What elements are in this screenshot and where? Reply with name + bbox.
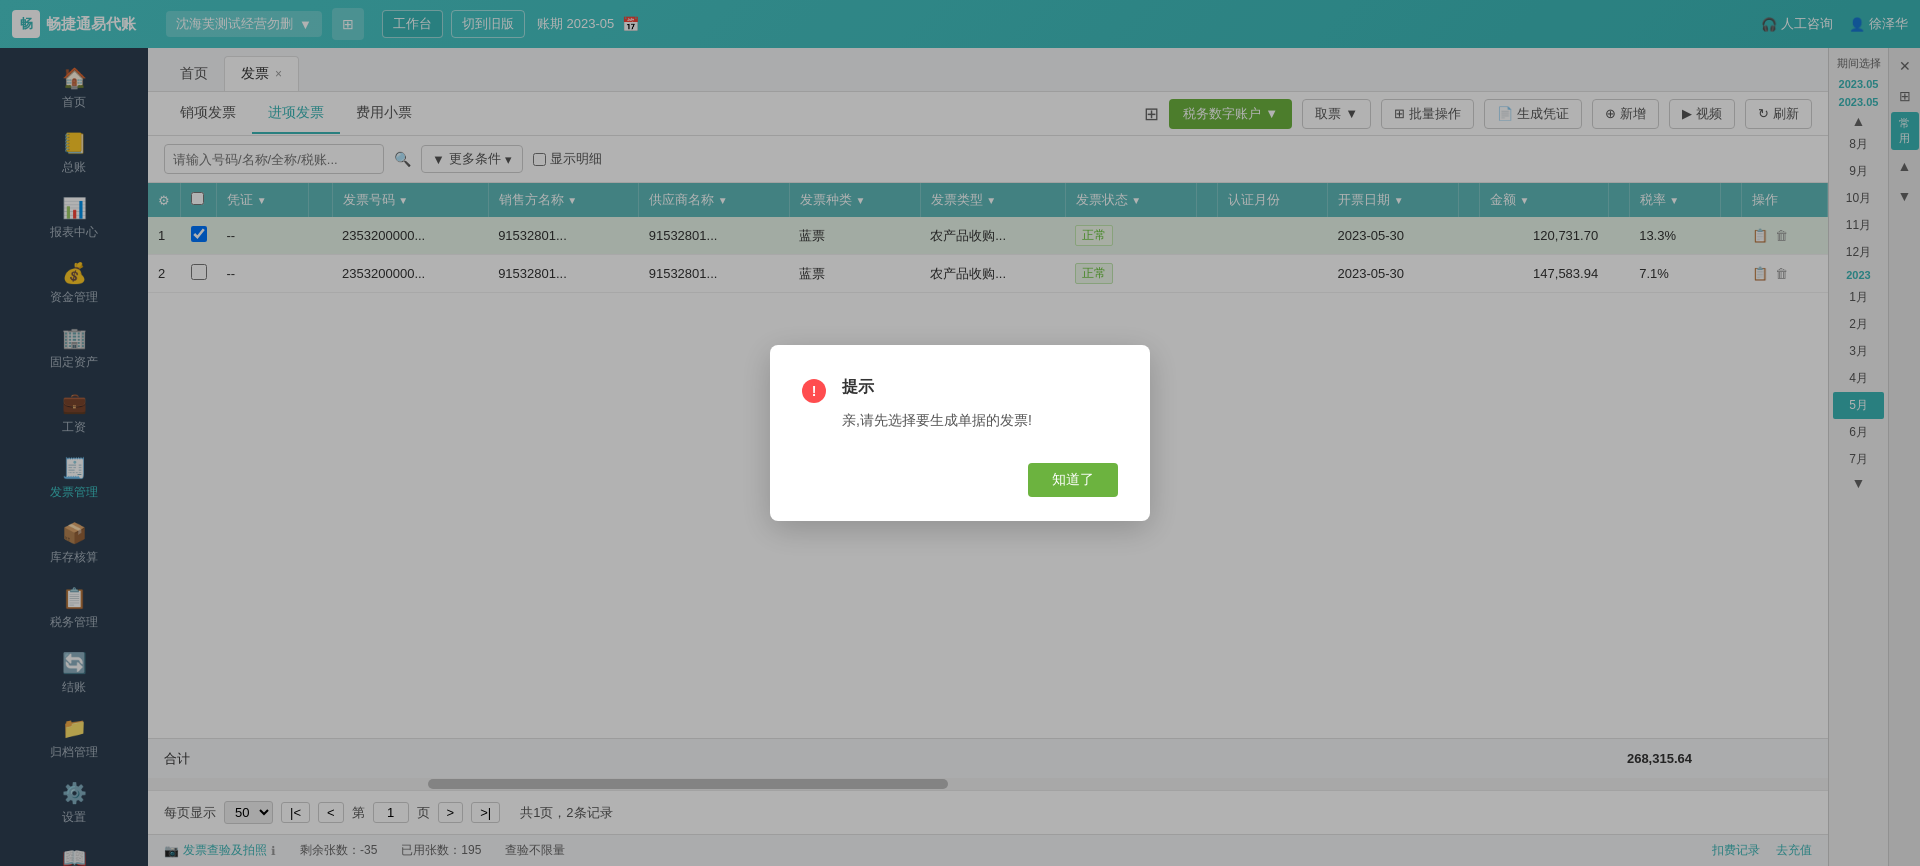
warning-icon: !: [802, 379, 826, 403]
dialog-ok-button[interactable]: 知道了: [1028, 463, 1118, 497]
dialog-title: 提示: [842, 377, 1118, 398]
alert-dialog: ! 提示 亲,请先选择要生成单据的发票! 知道了: [770, 345, 1150, 521]
dialog-message: 亲,请先选择要生成单据的发票!: [842, 410, 1118, 431]
dialog-overlay: ! 提示 亲,请先选择要生成单据的发票! 知道了: [0, 0, 1920, 866]
